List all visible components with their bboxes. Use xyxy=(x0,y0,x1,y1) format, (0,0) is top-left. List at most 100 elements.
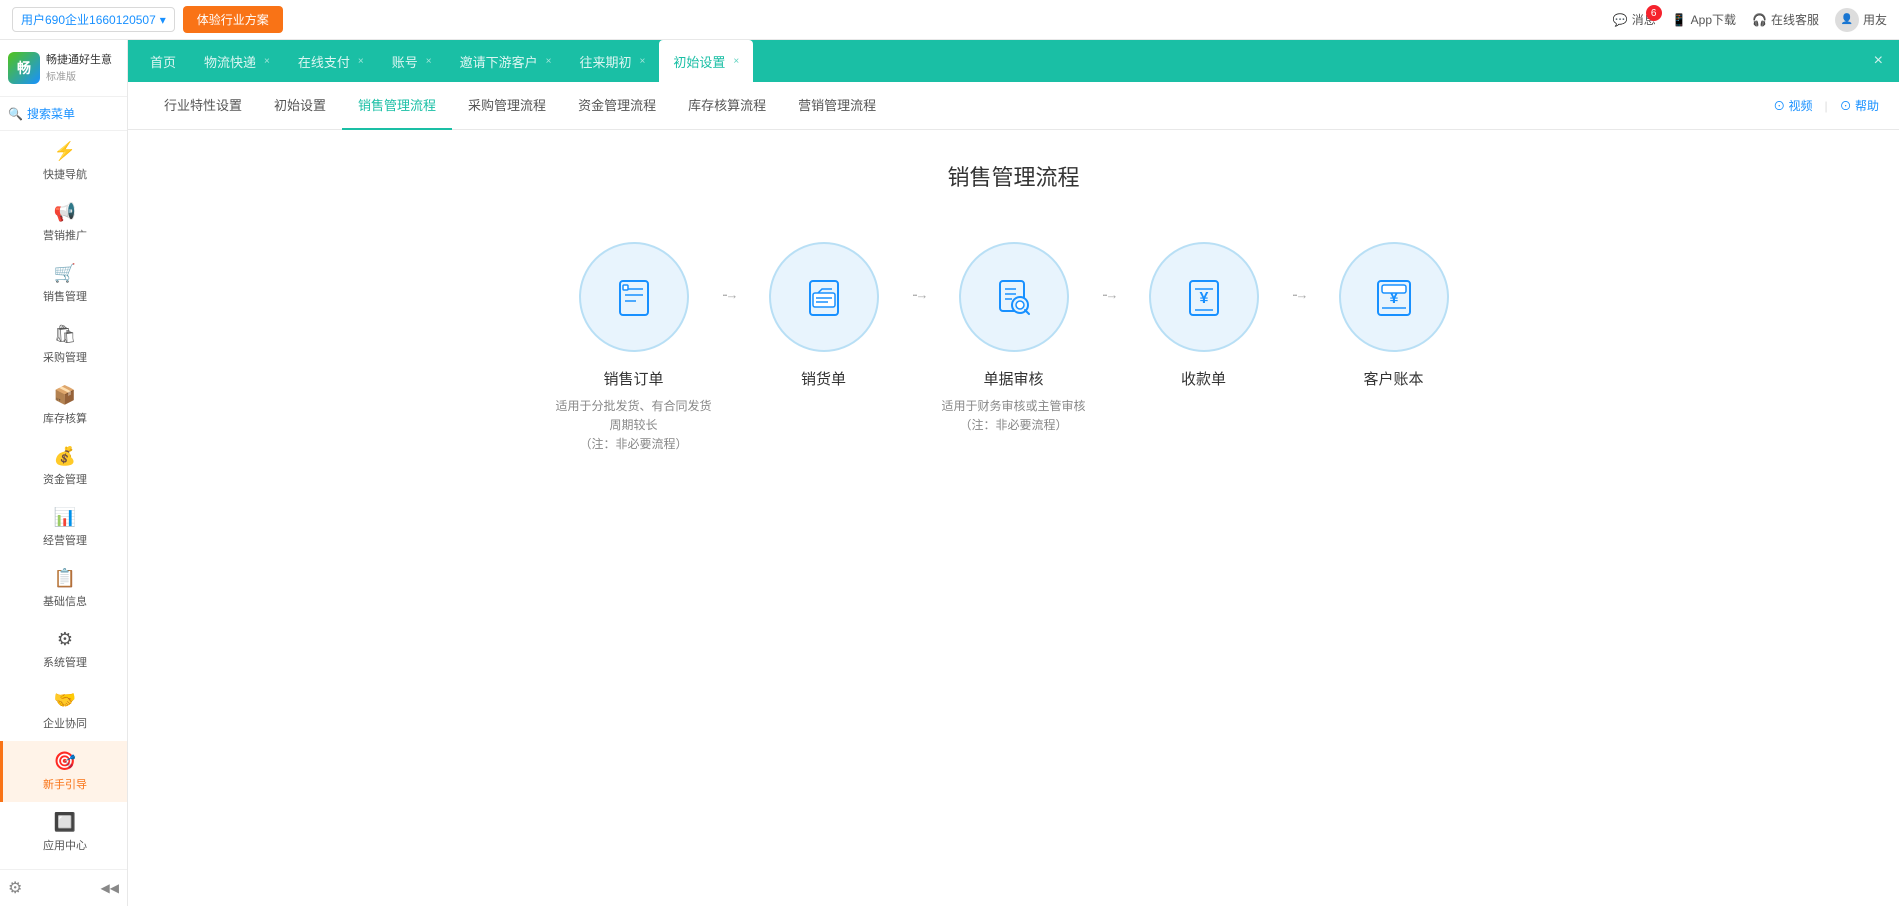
sidebar-item-inventory[interactable]: 📦 库存核算 xyxy=(0,375,127,436)
help-link[interactable]: ⊙ 帮助 xyxy=(1840,97,1879,114)
user-profile-item[interactable]: 👤 用友 xyxy=(1835,8,1887,32)
nav-tab-label: 初始设置 xyxy=(673,52,725,71)
flow-step-receipt[interactable]: ¥ 收款单 xyxy=(1124,242,1284,397)
message-icon: 💬 xyxy=(1613,13,1628,27)
experience-btn[interactable]: 体验行业方案 xyxy=(183,6,283,33)
nav-tab-label: 物流快递 xyxy=(204,52,256,71)
sidebar-item-finance[interactable]: 💰 资金管理 xyxy=(0,436,127,497)
content-area: 行业特性设置初始设置销售管理流程采购管理流程资金管理流程库存核算流程营销管理流程… xyxy=(128,82,1899,906)
nav-tab-close-icon[interactable]: × xyxy=(264,56,270,67)
sidebar: 畅 畅捷通好生意 标准版 🔍 搜索菜单 ⚡ 快捷导航 📢 营销推广 🛒 销售管理… xyxy=(0,40,128,906)
nav-tab-invite-customer[interactable]: 邀请下游客户 × xyxy=(446,40,566,82)
enterprise-collab-icon: 🤝 xyxy=(54,690,76,711)
flow-step-audit[interactable]: 单据审核适用于财务审核或主管审核（注：非必要流程） xyxy=(934,242,1094,435)
sub-tab-marketing-flow[interactable]: 营销管理流程 xyxy=(782,82,892,130)
message-item[interactable]: 💬 消息 6 xyxy=(1613,11,1656,28)
nav-tab-home[interactable]: 首页 xyxy=(136,40,190,82)
sidebar-item-label: 资金管理 xyxy=(43,471,87,487)
nav-tab-initial-setup[interactable]: 初始设置 × xyxy=(659,40,753,82)
audit-desc: 适用于财务审核或主管审核（注：非必要流程） xyxy=(941,397,1085,435)
logo-text-block: 畅捷通好生意 标准版 xyxy=(46,53,112,82)
app-download-label: App下载 xyxy=(1691,11,1736,28)
message-badge: 6 xyxy=(1646,5,1662,21)
sidebar-item-operations[interactable]: 📊 经营管理 xyxy=(0,497,127,558)
app-download-icon: 📱 xyxy=(1672,13,1687,27)
sidebar-item-quick-nav[interactable]: ⚡ 快捷导航 xyxy=(0,131,127,192)
sidebar-item-basic-info[interactable]: 📋 基础信息 xyxy=(0,558,127,619)
sub-tab-inventory-flow[interactable]: 库存核算流程 xyxy=(672,82,782,130)
sub-tab-purchase-flow[interactable]: 采购管理流程 xyxy=(452,82,562,130)
sidebar-item-label: 营销推广 xyxy=(43,227,87,243)
search-icon: 🔍 xyxy=(8,107,23,121)
nav-tab-logistics[interactable]: 物流快递 × xyxy=(190,40,284,82)
topbar: 用户690企业1660120507 ▾ 体验行业方案 💬 消息 6 📱 App下… xyxy=(0,0,1899,40)
sub-tab-finance-flow[interactable]: 资金管理流程 xyxy=(562,82,672,130)
sidebar-item-label: 应用中心 xyxy=(43,837,87,853)
sidebar-item-new-guide[interactable]: 🎯 新手引导 xyxy=(0,741,127,802)
user-name-label: 用友 xyxy=(1863,11,1887,28)
sidebar-item-label: 基础信息 xyxy=(43,593,87,609)
sidebar-item-enterprise-collab[interactable]: 🤝 企业协同 xyxy=(0,680,127,741)
chevron-down-icon: ▾ xyxy=(160,13,166,27)
flow-step-sales-order[interactable]: 销售订单适用于分批发货、有合同发货周期较长（注：非必要流程） xyxy=(554,242,714,455)
audit-circle xyxy=(959,242,1069,352)
content-main: 销售管理流程 销售订单适用于分批发货、有合同发货周期较长（注：非必要流程）···… xyxy=(128,130,1899,906)
sub-tab-industry-settings[interactable]: 行业特性设置 xyxy=(148,82,258,130)
logo-text: 畅捷通好生意 xyxy=(46,53,112,67)
purchase-mgmt-icon: 🛍 xyxy=(54,324,77,345)
nav-tab-close-icon[interactable]: × xyxy=(639,56,645,67)
finance-icon: 💰 xyxy=(54,446,76,467)
sub-tab-actions: ⊙ 视频 | ⊙ 帮助 xyxy=(1773,97,1879,114)
nav-tab-label: 在线支付 xyxy=(298,52,350,71)
nav-tab-account[interactable]: 账号 × xyxy=(378,40,446,82)
nav-tab-close-icon[interactable]: × xyxy=(426,56,432,67)
sub-tab-sales-flow[interactable]: 销售管理流程 xyxy=(342,82,452,130)
sidebar-item-label: 采购管理 xyxy=(43,349,87,365)
nav-tab-period-init[interactable]: 往来期初× xyxy=(565,40,659,82)
app-download-item[interactable]: 📱 App下载 xyxy=(1672,11,1736,28)
user-selector-text: 用户690企业1660120507 xyxy=(21,11,156,28)
nav-tab-label: 账号 xyxy=(392,52,418,71)
receipt-label: 收款单 xyxy=(1181,368,1226,389)
main-layout: 畅 畅捷通好生意 标准版 🔍 搜索菜单 ⚡ 快捷导航 📢 营销推广 🛒 销售管理… xyxy=(0,40,1899,906)
flow-arrow-0: ···→ xyxy=(722,242,736,302)
app-center-icon: 🔲 xyxy=(54,812,76,833)
flow-arrow-3: ···→ xyxy=(1292,242,1306,302)
sidebar-item-label: 库存核算 xyxy=(43,410,87,426)
sidebar-item-sales-mgmt[interactable]: 🛒 销售管理 xyxy=(0,253,127,314)
nav-close-all-btn[interactable]: × xyxy=(1866,52,1891,70)
customer-ledger-circle: ¥ xyxy=(1339,242,1449,352)
sidebar-item-marketing-promo[interactable]: 📢 营销推广 xyxy=(0,192,127,253)
user-selector[interactable]: 用户690企业1660120507 ▾ xyxy=(12,7,175,32)
nav-tab-label: 邀请下游客户 xyxy=(460,52,538,71)
video-link[interactable]: ⊙ 视频 xyxy=(1773,97,1812,114)
topbar-right: 💬 消息 6 📱 App下载 🎧 在线客服 👤 用友 xyxy=(1613,8,1887,32)
nav-tab-close-icon[interactable]: × xyxy=(733,56,739,67)
sidebar-item-system[interactable]: ⚙ 系统管理 xyxy=(0,619,127,680)
flow-step-customer-ledger[interactable]: ¥ 客户账本 xyxy=(1314,242,1474,397)
sidebar-item-label: 企业协同 xyxy=(43,715,87,731)
logo-icon: 畅 xyxy=(8,52,40,84)
audit-label: 单据审核 xyxy=(983,368,1043,389)
nav-tab-close-icon[interactable]: × xyxy=(358,56,364,67)
settings-icon[interactable]: ⚙ xyxy=(8,878,22,898)
sidebar-item-app-center[interactable]: 🔲 应用中心 xyxy=(0,802,127,863)
flow-arrow-2: ···→ xyxy=(1102,242,1116,302)
online-service-label: 在线客服 xyxy=(1771,11,1819,28)
sub-tab-initial-setup[interactable]: 初始设置 xyxy=(258,82,342,130)
sidebar-item-purchase-mgmt[interactable]: 🛍 采购管理 xyxy=(0,314,127,375)
sidebar-bottom: ⚙ ◀◀ xyxy=(0,869,127,906)
quick-nav-icon: ⚡ xyxy=(54,141,76,162)
receipt-circle: ¥ xyxy=(1149,242,1259,352)
nav-tab-close-icon[interactable]: × xyxy=(546,56,552,67)
new-guide-icon: 🎯 xyxy=(54,751,76,772)
online-service-item[interactable]: 🎧 在线客服 xyxy=(1752,11,1819,28)
search-menu-item[interactable]: 🔍 搜索菜单 xyxy=(0,97,127,131)
avatar: 👤 xyxy=(1835,8,1859,32)
svg-text:¥: ¥ xyxy=(1199,290,1208,307)
collapse-icon[interactable]: ◀◀ xyxy=(101,881,119,895)
sidebar-logo: 畅 畅捷通好生意 标准版 xyxy=(0,40,127,97)
flow-step-sales-invoice[interactable]: 销货单 xyxy=(744,242,904,397)
sales-mgmt-icon: 🛒 xyxy=(54,263,76,284)
nav-tab-online-pay[interactable]: 在线支付 × xyxy=(284,40,378,82)
